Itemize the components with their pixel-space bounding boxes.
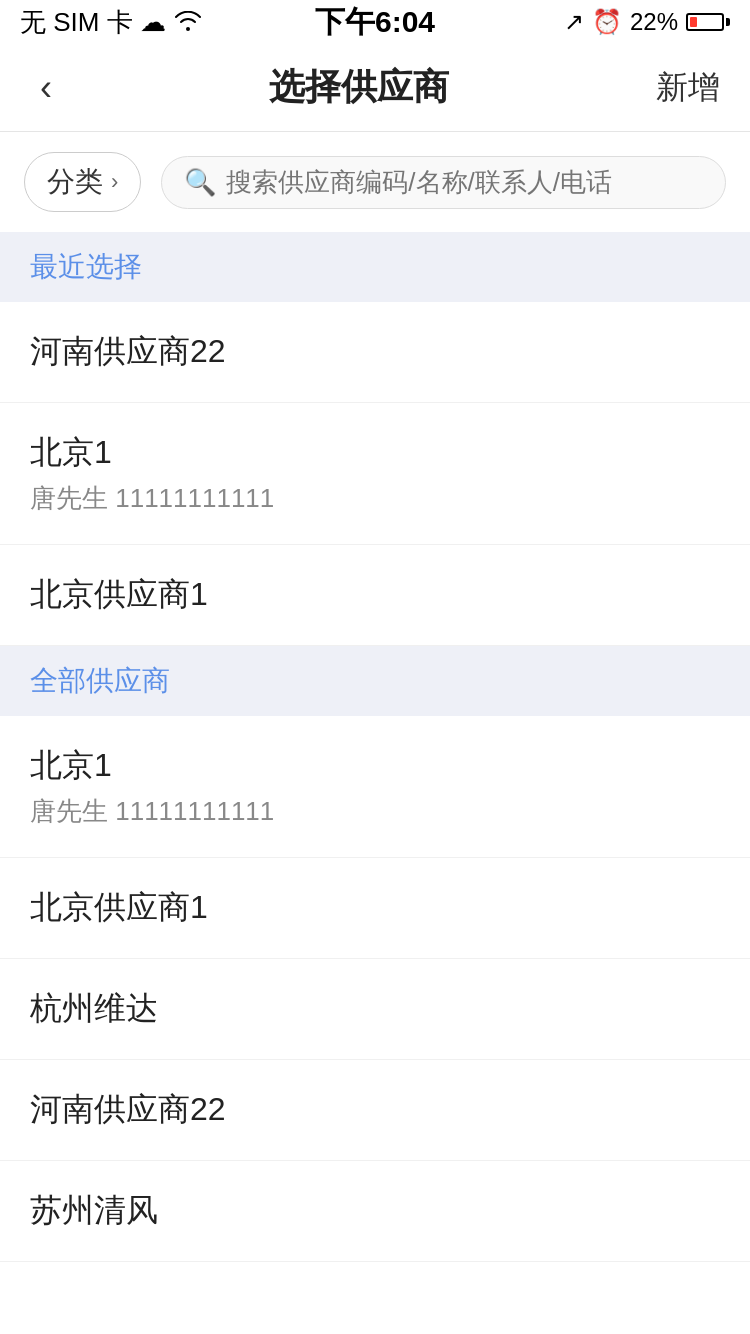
list-item[interactable]: 北京供应商1 xyxy=(0,545,750,646)
item-sub: 唐先生 11111111111 xyxy=(30,481,720,516)
alarm-icon: ⏰ xyxy=(592,8,622,36)
list-item[interactable]: 苏州清风 xyxy=(0,1161,750,1262)
item-name: 北京1 xyxy=(30,431,720,475)
status-left: 无 SIM 卡 ☁ xyxy=(20,5,202,40)
item-name: 北京1 xyxy=(30,744,720,788)
battery-percent: 22% xyxy=(630,8,678,36)
category-filter[interactable]: 分类 › xyxy=(24,152,141,212)
search-input[interactable] xyxy=(226,167,703,198)
battery-icon xyxy=(686,13,730,31)
status-bar: 无 SIM 卡 ☁ 下午6:04 ↗ ⏰ 22% xyxy=(0,0,750,44)
list-item[interactable]: 河南供应商22 xyxy=(0,1060,750,1161)
nav-bar: ‹ 选择供应商 新增 xyxy=(0,44,750,132)
category-label: 分类 xyxy=(47,163,103,201)
chevron-right-icon: › xyxy=(111,169,118,195)
status-time: 下午6:04 xyxy=(315,2,435,43)
search-icon: 🔍 xyxy=(184,167,216,198)
filter-bar: 分类 › 🔍 xyxy=(0,132,750,232)
list-item[interactable]: 北京1 唐先生 11111111111 xyxy=(0,716,750,858)
list-item[interactable]: 河南供应商22 xyxy=(0,302,750,403)
search-box[interactable]: 🔍 xyxy=(161,156,726,209)
wifi-icon xyxy=(174,7,202,38)
list-item[interactable]: 北京1 唐先生 11111111111 xyxy=(0,403,750,545)
status-right: ↗ ⏰ 22% xyxy=(564,8,730,36)
location-icon: ↗ xyxy=(564,8,584,36)
add-button[interactable]: 新增 xyxy=(656,66,720,110)
item-sub: 唐先生 11111111111 xyxy=(30,794,720,829)
all-section-header: 全部供应商 xyxy=(0,646,750,716)
item-name: 河南供应商22 xyxy=(30,1088,720,1132)
back-button[interactable]: ‹ xyxy=(30,57,62,119)
page-title: 选择供应商 xyxy=(269,63,449,112)
sim-status: 无 SIM 卡 ☁ xyxy=(20,5,166,40)
item-name: 杭州维达 xyxy=(30,987,720,1031)
recent-section-header: 最近选择 xyxy=(0,232,750,302)
item-name: 北京供应商1 xyxy=(30,886,720,930)
list-item[interactable]: 北京供应商1 xyxy=(0,858,750,959)
item-name: 苏州清风 xyxy=(30,1189,720,1233)
item-name: 北京供应商1 xyxy=(30,573,720,617)
recent-items-list: 河南供应商22 北京1 唐先生 11111111111 北京供应商1 xyxy=(0,302,750,646)
item-name: 河南供应商22 xyxy=(30,330,720,374)
all-items-list: 北京1 唐先生 11111111111 北京供应商1 杭州维达河南供应商22 苏州清风 xyxy=(0,716,750,1262)
list-item[interactable]: 杭州维达 xyxy=(0,959,750,1060)
